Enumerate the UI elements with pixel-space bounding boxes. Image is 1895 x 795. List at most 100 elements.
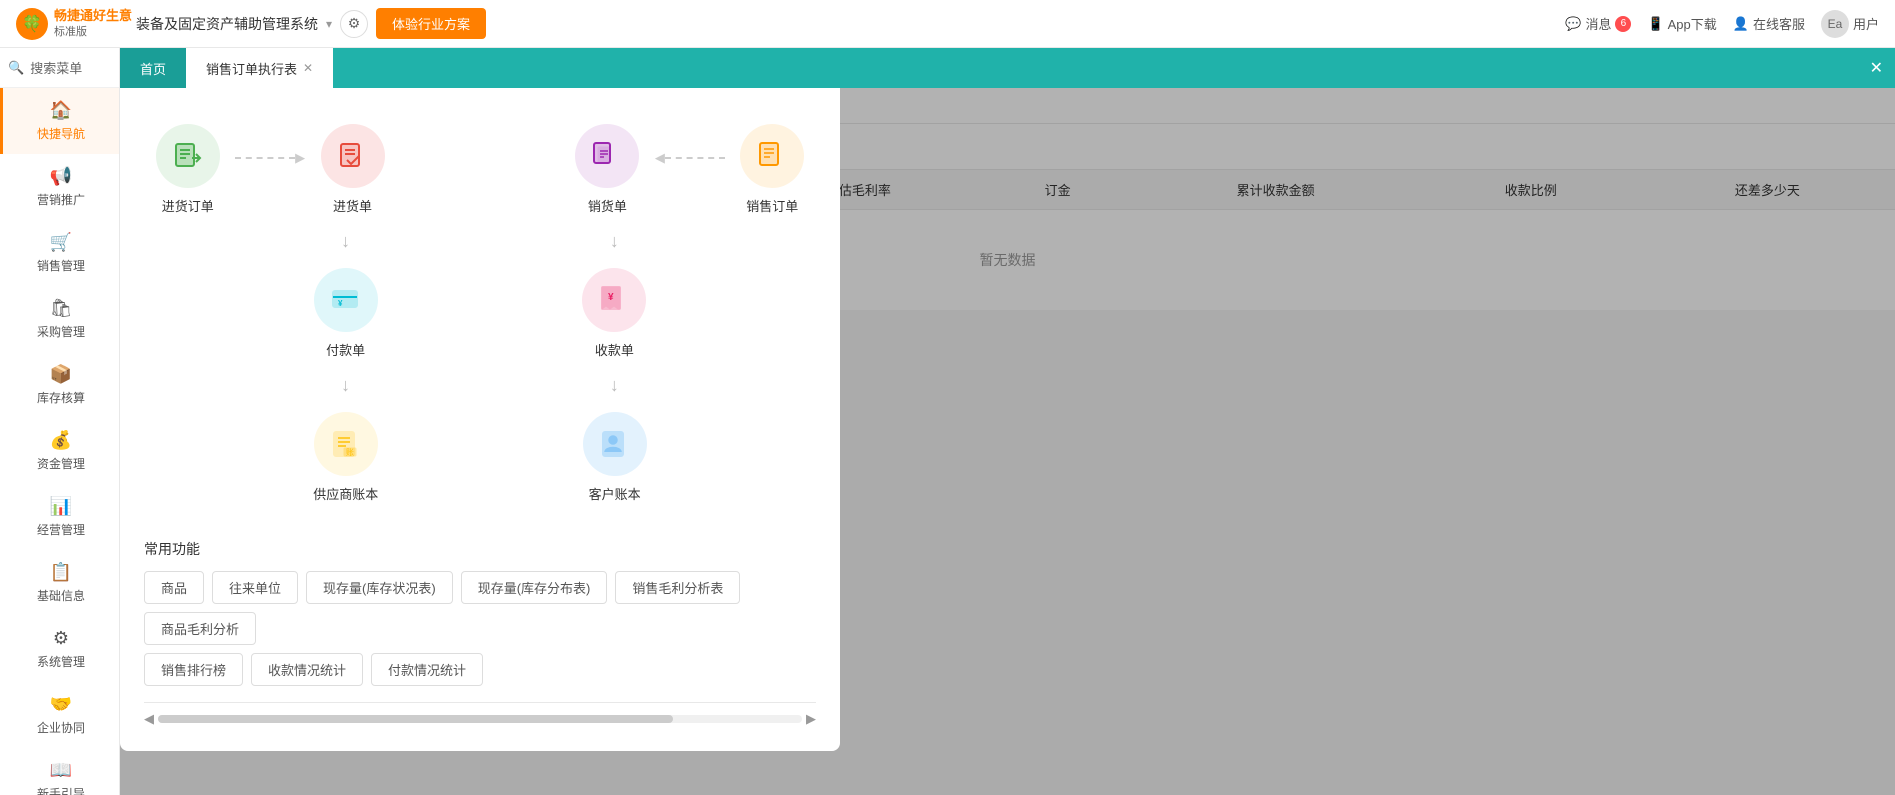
sale-bill-label: 销货单 — [588, 196, 627, 215]
purchase-bill-label: 进货单 — [333, 196, 372, 215]
sale-order-circle — [740, 124, 804, 188]
scroll-right-arrow[interactable]: ▶ — [806, 711, 816, 727]
tab-close-icon[interactable]: ✕ — [303, 61, 313, 75]
flow-node-supplier-account[interactable]: 账 供应商账本 — [305, 400, 386, 515]
marketing-icon: 📢 — [50, 166, 72, 187]
guide-panel: 进货订单 ▶ — [120, 88, 840, 751]
logo-icon: 🍀 — [16, 8, 48, 40]
flow-node-sale-bill[interactable]: 销货单 — [567, 112, 647, 227]
svg-text:账: 账 — [346, 448, 354, 457]
flow-node-customer-account[interactable]: 客户账本 — [575, 400, 655, 515]
message-icon: 💬 — [1565, 16, 1581, 32]
purchase-order-label: 进货订单 — [162, 196, 214, 215]
search-icon: 🔍 — [8, 60, 24, 76]
user-avatar: Ea — [1821, 10, 1849, 38]
sidebar-item-newbie[interactable]: 📖 新手引导 — [0, 748, 119, 795]
settings-gear-button[interactable]: ⚙ — [340, 10, 368, 38]
btn-product[interactable]: 商品 — [144, 571, 204, 604]
download-icon: 📱 — [1647, 16, 1663, 32]
btn-receipt-stats[interactable]: 收款情况统计 — [251, 653, 363, 686]
common-buttons-row1: 商品 往来单位 现存量(库存状况表) 现存量(库存分布表) 销售毛利分析表 商品… — [144, 571, 816, 645]
arrow-so-to-sb: ◀ — [655, 150, 725, 166]
sidebar-item-enterprise[interactable]: 🤝 企业协同 — [0, 682, 119, 748]
sidebar: 🔍 搜索菜单 🏠 快捷导航 📢 营销推广 🛒 销售管理 🛍 采购管理 📦 库存核… — [0, 48, 120, 795]
sidebar-search[interactable]: 🔍 搜索菜单 — [0, 48, 119, 88]
sidebar-item-label: 快捷导航 — [37, 125, 85, 142]
sidebar-item-label: 库存核算 — [37, 389, 85, 406]
experience-button[interactable]: 体验行业方案 — [376, 8, 486, 39]
btn-sales-rank[interactable]: 销售排行榜 — [144, 653, 243, 686]
enterprise-icon: 🤝 — [50, 694, 72, 715]
supplier-account-label: 供应商账本 — [313, 484, 378, 503]
scroll-left-arrow[interactable]: ◀ — [144, 711, 154, 727]
flow-node-receipt[interactable]: ¥ 收款单 — [574, 256, 654, 371]
sidebar-item-label: 新手引导 — [37, 785, 85, 795]
sidebar-item-sales[interactable]: 🛒 销售管理 — [0, 220, 119, 286]
receipt-circle: ¥ — [582, 268, 646, 332]
btn-product-gross[interactable]: 商品毛利分析 — [144, 612, 256, 645]
sidebar-item-quick-nav[interactable]: 🏠 快捷导航 — [0, 88, 119, 154]
flow-node-purchase-bill[interactable]: 进货单 — [313, 112, 393, 227]
sidebar-item-basic-info[interactable]: 📋 基础信息 — [0, 550, 119, 616]
online-service-button[interactable]: 👤 在线客服 — [1733, 14, 1805, 33]
tab-sales-order[interactable]: 销售订单执行表 ✕ — [186, 48, 333, 88]
sales-order-tab-label: 销售订单执行表 — [206, 59, 297, 78]
sidebar-item-finance[interactable]: 💰 资金管理 — [0, 418, 119, 484]
sale-bill-circle — [575, 124, 639, 188]
sidebar-item-system[interactable]: ⚙ 系统管理 — [0, 616, 119, 682]
sidebar-item-label: 资金管理 — [37, 455, 85, 472]
basic-info-icon: 📋 — [50, 562, 72, 583]
btn-payment-stats[interactable]: 付款情况统计 — [371, 653, 483, 686]
top-bar: 🍀 畅捷通好生意 标准版 装备及固定资产辅助管理系统 ▾ ⚙ 体验行业方案 💬 … — [0, 0, 1895, 48]
user-menu-button[interactable]: Ea 用户 — [1821, 10, 1879, 38]
btn-stock-dist[interactable]: 现存量(库存分布表) — [461, 571, 608, 604]
tab-bar: 首页 销售订单执行表 ✕ ✕ — [120, 48, 1895, 88]
sidebar-item-business[interactable]: 📊 经营管理 — [0, 484, 119, 550]
sales-icon: 🛒 — [50, 232, 72, 253]
logo-text: 畅捷通好生意 标准版 — [54, 8, 132, 39]
inner-content: ❓ 帮助 🖨 按模板打印 ▾ 📤 导出 🔄 刷新 — [120, 88, 1895, 795]
vertical-arrows-row1: ↓ ↓ — [144, 227, 816, 256]
tab-bar-close-button[interactable]: ✕ — [1858, 58, 1895, 78]
scroll-thumb — [158, 715, 673, 723]
system-dropdown-icon[interactable]: ▾ — [326, 17, 332, 31]
logo-area: 🍀 畅捷通好生意 标准版 — [16, 8, 136, 40]
customer-account-circle — [583, 412, 647, 476]
app-download-button[interactable]: 📱 App下载 — [1647, 14, 1716, 33]
supplier-account-circle: 账 — [314, 412, 378, 476]
system-title: 装备及固定资产辅助管理系统 — [136, 14, 318, 34]
receipt-label: 收款单 — [595, 340, 634, 359]
svg-text:¥: ¥ — [338, 299, 343, 308]
flow-node-purchase-order[interactable]: 进货订单 — [148, 112, 228, 227]
finance-icon: 💰 — [50, 430, 72, 451]
business-icon: 📊 — [50, 496, 72, 517]
btn-stock-status[interactable]: 现存量(库存状况表) — [306, 571, 453, 604]
home-tab-label: 首页 — [140, 59, 166, 78]
arrow-po-to-pb: ▶ — [235, 150, 305, 166]
btn-sale-gross[interactable]: 销售毛利分析表 — [615, 571, 740, 604]
sidebar-item-label: 采购管理 — [37, 323, 85, 340]
sidebar-item-label: 企业协同 — [37, 719, 85, 736]
sidebar-item-label: 系统管理 — [37, 653, 85, 670]
sidebar-item-label: 营销推广 — [37, 191, 85, 208]
payment-circle: ¥ — [314, 268, 378, 332]
sidebar-item-label: 经营管理 — [37, 521, 85, 538]
scroll-bar-area: ◀ ▶ — [144, 702, 816, 727]
scroll-track[interactable] — [158, 715, 802, 723]
common-functions-section: 常用功能 商品 往来单位 现存量(库存状况表) 现存量(库存分布表) 销售毛利分… — [144, 539, 816, 686]
flow-row3: 账 供应商账本 — [144, 400, 816, 515]
purchase-icon: 🛍 — [50, 298, 73, 319]
sidebar-item-inventory[interactable]: 📦 库存核算 — [0, 352, 119, 418]
inventory-icon: 📦 — [50, 364, 72, 385]
sidebar-item-purchase[interactable]: 🛍 采购管理 — [0, 286, 119, 352]
sidebar-item-marketing[interactable]: 📢 营销推广 — [0, 154, 119, 220]
sidebar-item-label: 基础信息 — [37, 587, 85, 604]
message-badge: 6 — [1615, 16, 1631, 32]
message-button[interactable]: 💬 消息 6 — [1565, 14, 1631, 33]
btn-counterpart[interactable]: 往来单位 — [212, 571, 298, 604]
tab-home[interactable]: 首页 — [120, 48, 186, 88]
flow-node-payment[interactable]: ¥ 付款单 — [306, 256, 386, 371]
flow-node-sale-order[interactable]: 销售订单 — [732, 112, 812, 227]
home-icon: 🏠 — [50, 100, 72, 121]
top-right-area: 💬 消息 6 📱 App下载 👤 在线客服 Ea 用户 — [1565, 10, 1879, 38]
